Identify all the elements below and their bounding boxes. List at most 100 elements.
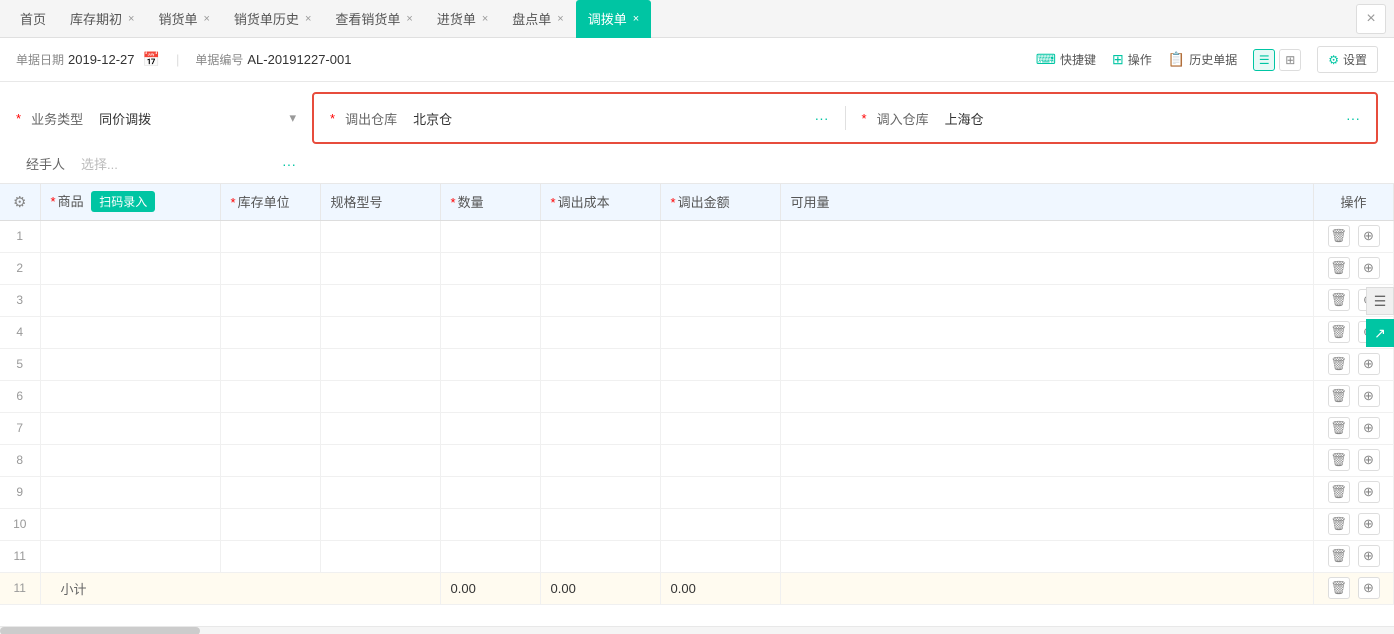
window-close-button[interactable]: × xyxy=(1356,4,1386,34)
row-cost[interactable] xyxy=(540,252,660,284)
row-unit[interactable] xyxy=(220,444,320,476)
delete-row-button[interactable]: 🗑 xyxy=(1328,481,1350,503)
row-product[interactable] xyxy=(40,220,220,252)
copy-subtotal-button[interactable]: ⊕ xyxy=(1358,577,1380,599)
row-amount[interactable] xyxy=(660,348,780,380)
tab-close-stocktake[interactable]: × xyxy=(557,13,563,25)
delete-row-button[interactable]: 🗑 xyxy=(1328,257,1350,279)
row-quantity[interactable] xyxy=(440,476,540,508)
history-action[interactable]: 📋 历史单据 xyxy=(1168,51,1237,68)
row-cost[interactable] xyxy=(540,476,660,508)
delete-subtotal-button[interactable]: 🗑 xyxy=(1328,577,1350,599)
row-cost[interactable] xyxy=(540,444,660,476)
row-amount[interactable] xyxy=(660,284,780,316)
tab-close-inventory-init[interactable]: × xyxy=(128,13,134,25)
row-cost[interactable] xyxy=(540,348,660,380)
copy-row-button[interactable]: ⊕ xyxy=(1358,257,1380,279)
row-cost[interactable] xyxy=(540,540,660,572)
float-list-button[interactable]: ☰ xyxy=(1366,287,1394,315)
copy-row-button[interactable]: ⊕ xyxy=(1358,385,1380,407)
row-unit[interactable] xyxy=(220,220,320,252)
row-product[interactable] xyxy=(40,508,220,540)
row-product[interactable] xyxy=(40,476,220,508)
row-amount[interactable] xyxy=(660,220,780,252)
delete-row-button[interactable]: 🗑 xyxy=(1328,289,1350,311)
row-unit[interactable] xyxy=(220,380,320,412)
row-product[interactable] xyxy=(40,380,220,412)
delete-row-button[interactable]: 🗑 xyxy=(1328,225,1350,247)
copy-row-button[interactable]: ⊕ xyxy=(1358,513,1380,535)
row-spec[interactable] xyxy=(320,348,440,380)
tab-close-transfer[interactable]: × xyxy=(633,13,639,25)
row-quantity[interactable] xyxy=(440,412,540,444)
business-type-dropdown[interactable]: ▾ xyxy=(289,110,296,126)
row-quantity[interactable] xyxy=(440,348,540,380)
row-unit[interactable] xyxy=(220,316,320,348)
row-amount[interactable] xyxy=(660,412,780,444)
row-spec[interactable] xyxy=(320,540,440,572)
grid-view-button[interactable]: ⊞ xyxy=(1279,49,1301,71)
calendar-icon[interactable]: 📅 xyxy=(143,51,160,68)
row-cost[interactable] xyxy=(540,220,660,252)
delete-row-button[interactable]: 🗑 xyxy=(1328,321,1350,343)
row-available[interactable] xyxy=(780,380,1314,412)
row-cost[interactable] xyxy=(540,316,660,348)
row-spec[interactable] xyxy=(320,380,440,412)
row-product[interactable] xyxy=(40,284,220,316)
delete-row-button[interactable]: 🗑 xyxy=(1328,417,1350,439)
row-quantity[interactable] xyxy=(440,380,540,412)
row-product[interactable] xyxy=(40,412,220,444)
row-unit[interactable] xyxy=(220,540,320,572)
row-unit[interactable] xyxy=(220,476,320,508)
row-product[interactable] xyxy=(40,252,220,284)
row-quantity[interactable] xyxy=(440,508,540,540)
row-product[interactable] xyxy=(40,444,220,476)
row-cost[interactable] xyxy=(540,380,660,412)
tab-home[interactable]: 首页 xyxy=(8,0,58,38)
copy-row-button[interactable]: ⊕ xyxy=(1358,449,1380,471)
delete-row-button[interactable]: 🗑 xyxy=(1328,353,1350,375)
tab-purchase[interactable]: 进货单 × xyxy=(425,0,500,38)
row-product[interactable] xyxy=(40,348,220,380)
in-warehouse-more[interactable]: ··· xyxy=(1346,110,1360,126)
row-available[interactable] xyxy=(780,348,1314,380)
tab-stocktake[interactable]: 盘点单 × xyxy=(500,0,575,38)
row-amount[interactable] xyxy=(660,252,780,284)
delete-row-button[interactable]: 🗑 xyxy=(1328,545,1350,567)
row-spec[interactable] xyxy=(320,252,440,284)
row-quantity[interactable] xyxy=(440,444,540,476)
row-available[interactable] xyxy=(780,316,1314,348)
tab-sales-history[interactable]: 销货单历史 × xyxy=(222,0,323,38)
row-available[interactable] xyxy=(780,220,1314,252)
row-product[interactable] xyxy=(40,540,220,572)
copy-row-button[interactable]: ⊕ xyxy=(1358,545,1380,567)
copy-row-button[interactable]: ⊕ xyxy=(1358,353,1380,375)
row-spec[interactable] xyxy=(320,444,440,476)
row-cost[interactable] xyxy=(540,508,660,540)
row-product[interactable] xyxy=(40,316,220,348)
row-unit[interactable] xyxy=(220,252,320,284)
scan-button[interactable]: 扫码录入 xyxy=(91,191,155,212)
row-available[interactable] xyxy=(780,476,1314,508)
tab-close-sales-history[interactable]: × xyxy=(305,13,311,25)
row-available[interactable] xyxy=(780,284,1314,316)
row-amount[interactable] xyxy=(660,476,780,508)
tab-transfer[interactable]: 调拨单 × xyxy=(576,0,651,38)
tab-close-sales-order[interactable]: × xyxy=(203,13,209,25)
row-unit[interactable] xyxy=(220,508,320,540)
copy-row-button[interactable]: ⊕ xyxy=(1358,225,1380,247)
horizontal-scrollbar[interactable] xyxy=(0,626,1394,634)
row-spec[interactable] xyxy=(320,220,440,252)
tab-view-sales[interactable]: 查看销货单 × xyxy=(323,0,424,38)
row-available[interactable] xyxy=(780,444,1314,476)
row-available[interactable] xyxy=(780,252,1314,284)
row-amount[interactable] xyxy=(660,540,780,572)
row-amount[interactable] xyxy=(660,380,780,412)
handler-more[interactable]: ··· xyxy=(282,156,296,172)
row-spec[interactable] xyxy=(320,316,440,348)
row-spec[interactable] xyxy=(320,284,440,316)
tab-close-view-sales[interactable]: × xyxy=(406,13,412,25)
row-quantity[interactable] xyxy=(440,316,540,348)
row-spec[interactable] xyxy=(320,412,440,444)
operation-action[interactable]: ⊞ 操作 xyxy=(1112,51,1152,68)
